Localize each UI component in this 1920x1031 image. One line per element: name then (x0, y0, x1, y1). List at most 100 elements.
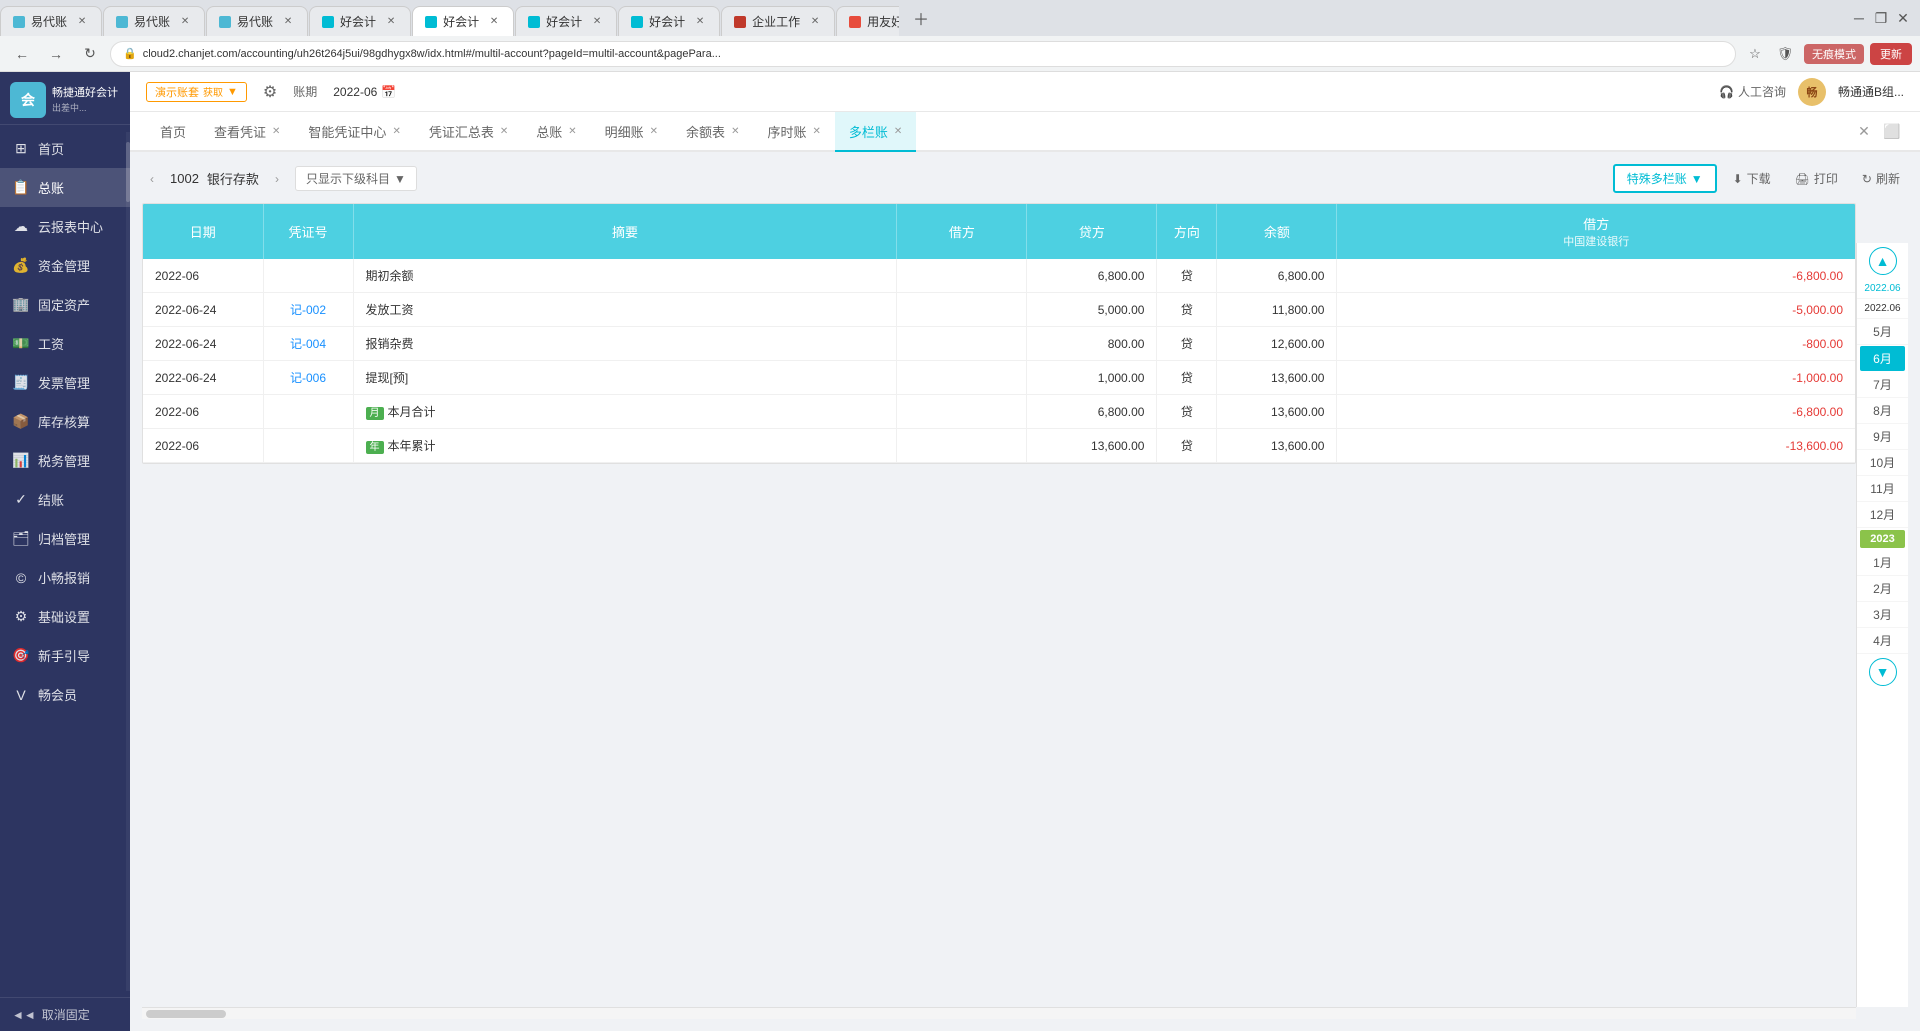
date-panel-up-button[interactable]: ▲ (1869, 247, 1897, 275)
restore-button[interactable]: ❐ (1872, 9, 1890, 27)
forward-button[interactable]: → (42, 40, 70, 68)
browser-tab-9[interactable]: 用友好业✕ (836, 6, 899, 36)
date-month-9月[interactable]: 9月 (1857, 424, 1908, 450)
date-month-7月[interactable]: 7月 (1857, 372, 1908, 398)
sidebar-item-小畅报销[interactable]: ©小畅报销 (0, 558, 130, 597)
page-tab-首页[interactable]: 首页 (146, 112, 200, 152)
sidebar-item-新手引导[interactable]: 🎯新手引导 (0, 636, 130, 675)
sidebar-item-固定资产[interactable]: 🏢固定资产 (0, 285, 130, 324)
help-button[interactable]: 🎧 人工咨询 (1719, 83, 1786, 100)
cell-1-1[interactable]: 记-002 (263, 293, 353, 327)
date-panel-entry-1[interactable]: 2022.06 (1857, 299, 1908, 319)
tab-close-button[interactable]: ✕ (487, 15, 501, 29)
sidebar-item-资金管理[interactable]: 💰资金管理 (0, 246, 130, 285)
next-account-button[interactable]: › (267, 169, 287, 189)
minimize-button[interactable]: ─ (1850, 9, 1868, 27)
sidebar-item-基础设置[interactable]: ⚙基础设置 (0, 597, 130, 636)
page-tab-close-4[interactable]: ✕ (568, 126, 576, 137)
tab-close-button[interactable]: ✕ (75, 15, 89, 29)
date-month-11月[interactable]: 11月 (1857, 476, 1908, 502)
filter-button[interactable]: 只显示下级科目 ▼ (295, 166, 417, 191)
download-button[interactable]: ⬇ 下载 (1725, 166, 1779, 191)
date-month-2023[interactable]: 2023 (1860, 530, 1906, 548)
sidebar-item-畅会员[interactable]: V畅会员 (0, 675, 130, 714)
browser-tab-6[interactable]: 好会计✕ (515, 6, 617, 36)
date-month-3月[interactable]: 3月 (1857, 602, 1908, 628)
expand-panel-button[interactable]: ⬜ (1880, 119, 1904, 143)
page-tab-序时账[interactable]: 序时账✕ (753, 112, 834, 152)
user-avatar[interactable]: 畅 (1798, 78, 1826, 106)
settings-button[interactable]: ⚙ (263, 82, 277, 102)
page-tab-close-2[interactable]: ✕ (392, 126, 400, 137)
update-button[interactable]: 更新 (1870, 43, 1912, 65)
browser-tab-2[interactable]: 易代账✕ (103, 6, 205, 36)
date-month-1月[interactable]: 1月 (1857, 550, 1908, 576)
date-month-2月[interactable]: 2月 (1857, 576, 1908, 602)
tab-close-button[interactable]: ✕ (693, 15, 707, 29)
horizontal-scrollbar[interactable] (142, 1007, 1856, 1019)
cell-2-1[interactable]: 记-004 (263, 327, 353, 361)
tab-close-button[interactable]: ✕ (281, 15, 295, 29)
page-tab-close-5[interactable]: ✕ (650, 126, 658, 137)
sidebar-item-结账[interactable]: ✓结账 (0, 480, 130, 519)
sidebar-item-税务管理[interactable]: 📊税务管理 (0, 441, 130, 480)
back-button[interactable]: ← (8, 40, 36, 68)
date-month-6月[interactable]: 6月 (1860, 346, 1906, 371)
page-tab-总账[interactable]: 总账✕ (522, 112, 590, 152)
cell-4-1[interactable] (263, 395, 353, 429)
page-tab-close-6[interactable]: ✕ (731, 126, 739, 137)
sidebar-item-首页[interactable]: ⊞首页 (0, 129, 130, 168)
page-tab-多栏账[interactable]: 多栏账✕ (835, 112, 916, 152)
sidebar-item-库存核算[interactable]: 📦库存核算 (0, 402, 130, 441)
refresh-button[interactable]: ↻ 刷新 (1854, 166, 1908, 191)
page-tab-查看凭证[interactable]: 查看凭证✕ (200, 112, 294, 152)
browser-tab-5[interactable]: 好会计✕ (412, 6, 514, 36)
browser-tab-3[interactable]: 易代账✕ (206, 6, 308, 36)
date-panel-entry-0[interactable]: 2022.06 (1857, 279, 1908, 299)
voucher-link-1[interactable]: 记-002 (290, 303, 326, 317)
page-tab-close-8[interactable]: ✕ (894, 126, 902, 137)
browser-tab-1[interactable]: 易代账✕ (0, 6, 102, 36)
demo-tag[interactable]: 演示账套 获取 ▼ (146, 82, 247, 102)
page-tab-close-7[interactable]: ✕ (812, 126, 820, 137)
tab-close-button[interactable]: ✕ (808, 15, 822, 29)
tab-close-button[interactable]: ✕ (384, 15, 398, 29)
voucher-link-2[interactable]: 记-004 (290, 337, 326, 351)
sidebar-item-工资[interactable]: 💵工资 (0, 324, 130, 363)
print-button[interactable]: 🖨 打印 (1787, 166, 1846, 191)
profile-button[interactable]: 无痕模式 (1804, 44, 1864, 64)
bookmark-button[interactable]: ☆ (1742, 41, 1768, 67)
collapse-panel-button[interactable]: ✕ (1852, 119, 1876, 143)
sidebar-item-云报表中心[interactable]: ☁云报表中心 (0, 207, 130, 246)
page-tab-明细账[interactable]: 明细账✕ (591, 112, 672, 152)
cell-3-1[interactable]: 记-006 (263, 361, 353, 395)
date-month-12月[interactable]: 12月 (1857, 502, 1908, 528)
date-month-10月[interactable]: 10月 (1857, 450, 1908, 476)
reload-button[interactable]: ↻ (76, 40, 104, 68)
date-month-5月[interactable]: 5月 (1857, 319, 1908, 345)
close-window-button[interactable]: ✕ (1894, 9, 1912, 27)
page-tab-余额表[interactable]: 余额表✕ (672, 112, 753, 152)
prev-account-button[interactable]: ‹ (142, 169, 162, 189)
date-month-4月[interactable]: 4月 (1857, 628, 1908, 654)
special-multi-ledger-button[interactable]: 特殊多栏账 ▼ (1613, 164, 1717, 193)
sidebar-item-归档管理[interactable]: 🗂归档管理 (0, 519, 130, 558)
cell-5-1[interactable] (263, 429, 353, 463)
tab-close-button[interactable]: ✕ (590, 15, 604, 29)
calendar-icon[interactable]: 📅 (381, 85, 396, 99)
page-tab-智能凭证中心[interactable]: 智能凭证中心✕ (294, 112, 414, 152)
sidebar-item-总账[interactable]: 📋总账 (0, 168, 130, 207)
page-tab-close-3[interactable]: ✕ (500, 126, 508, 137)
page-tab-凭证汇总表[interactable]: 凭证汇总表✕ (415, 112, 522, 152)
date-panel-down-button[interactable]: ▼ (1869, 658, 1897, 686)
pin-button[interactable]: ◄◄ 取消固定 (0, 997, 130, 1031)
voucher-link-3[interactable]: 记-006 (290, 371, 326, 385)
date-month-8月[interactable]: 8月 (1857, 398, 1908, 424)
page-tab-close-1[interactable]: ✕ (272, 126, 280, 137)
extension-button[interactable]: 🛡 (1772, 41, 1798, 67)
cell-0-1[interactable] (263, 259, 353, 293)
browser-tab-7[interactable]: 好会计✕ (618, 6, 720, 36)
browser-tab-4[interactable]: 好会计✕ (309, 6, 411, 36)
browser-tab-8[interactable]: 企业工作✕ (721, 6, 835, 36)
tab-close-button[interactable]: ✕ (178, 15, 192, 29)
